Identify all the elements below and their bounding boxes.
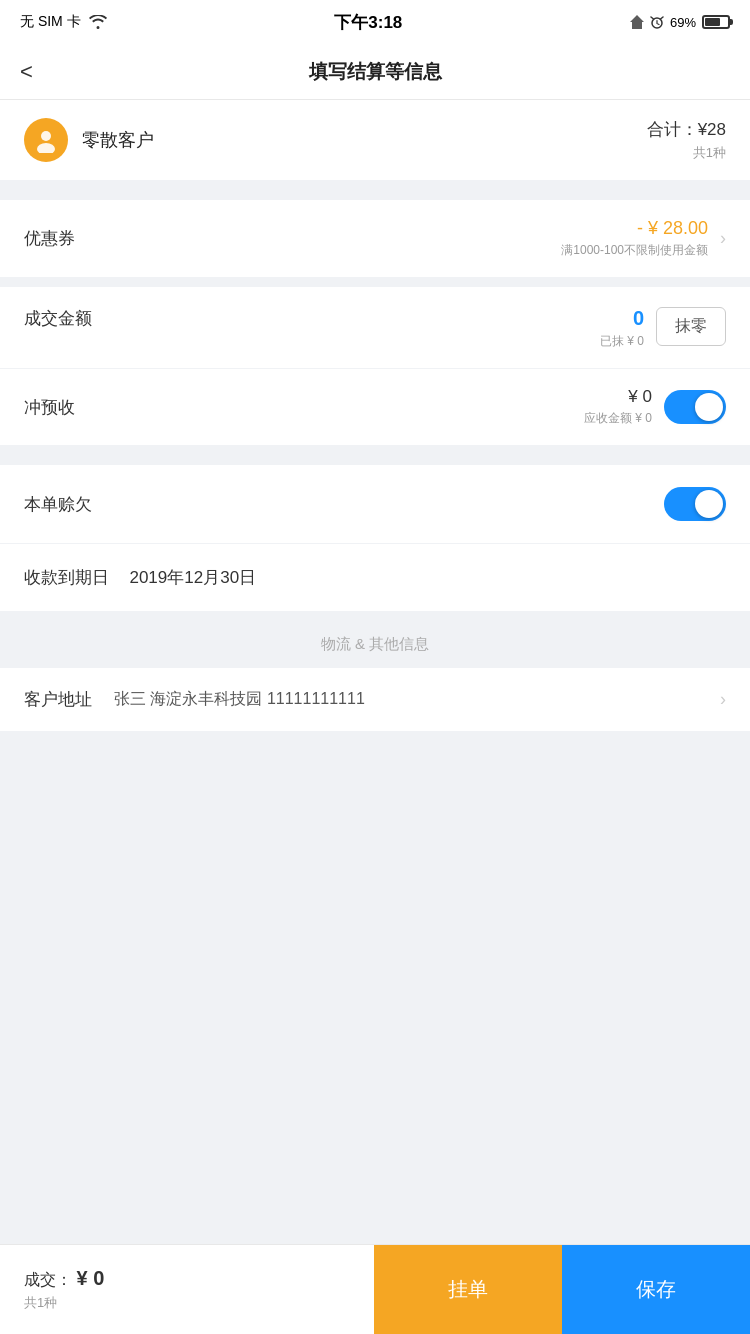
coupon-right: - ¥ 28.00 满1000-100不限制使用金额 › xyxy=(104,218,726,259)
prepay-label: 冲预收 xyxy=(24,396,104,419)
save-button[interactable]: 保存 xyxy=(562,1245,750,1334)
coupon-label: 优惠券 xyxy=(24,227,104,250)
address-chevron-icon: › xyxy=(720,689,726,710)
coupon-info: - ¥ 28.00 满1000-100不限制使用金额 xyxy=(561,218,708,259)
bottom-summary: 成交： ¥ 0 共1种 xyxy=(0,1267,374,1312)
carrier-text: 无 SIM 卡 xyxy=(20,13,81,31)
total-count: 共1种 xyxy=(647,144,726,162)
deal-amount-wrapper: 0 已抹 ¥ 0 xyxy=(600,307,644,350)
due-date-value: 2019年12月30日 xyxy=(129,568,256,587)
battery-percent: 69% xyxy=(670,15,696,30)
prepay-info: ¥ 0 应收金额 ¥ 0 xyxy=(584,387,652,427)
bottom-bar: 成交： ¥ 0 共1种 挂单 保存 xyxy=(0,1244,750,1334)
hang-button[interactable]: 挂单 xyxy=(374,1245,562,1334)
customer-section: 零散客户 合计：¥28 共1种 xyxy=(0,100,750,180)
deal-prepay-section: 成交金额 0 已抹 ¥ 0 抹零 冲预收 ¥ 0 应收金额 ¥ 0 xyxy=(0,287,750,445)
svg-point-2 xyxy=(37,143,55,153)
coupon-desc: 满1000-100不限制使用金额 xyxy=(561,242,708,259)
logistics-title: 物流 & 其他信息 xyxy=(321,635,429,652)
location-icon xyxy=(630,15,644,29)
customer-avatar xyxy=(24,118,68,162)
prepay-amount: ¥ 0 xyxy=(584,387,652,407)
debt-toggle-track xyxy=(664,487,726,521)
alarm-icon xyxy=(650,15,664,29)
deal-amount-right: 0 已抹 ¥ 0 抹零 xyxy=(104,307,726,350)
page-title: 填写结算等信息 xyxy=(309,59,442,85)
divider-1 xyxy=(0,190,750,200)
customer-left: 零散客户 xyxy=(24,118,154,162)
address-label: 客户地址 xyxy=(24,688,114,711)
address-section: 客户地址 张三 海淀永丰科技园 11111111111 › xyxy=(0,668,750,731)
debt-section: 本单赊欠 收款到期日 2019年12月30日 xyxy=(0,465,750,611)
status-bar: 无 SIM 卡 下午3:18 69% xyxy=(0,0,750,44)
bottom-deal-amount: ¥ 0 xyxy=(76,1267,104,1289)
customer-name: 零散客户 xyxy=(82,128,154,152)
prepay-row: 冲预收 ¥ 0 应收金额 ¥ 0 xyxy=(0,369,750,445)
prepay-toggle-track xyxy=(664,390,726,424)
status-left: 无 SIM 卡 xyxy=(20,13,107,31)
avatar-icon xyxy=(33,127,59,153)
debt-label: 本单赊欠 xyxy=(24,493,104,516)
coupon-chevron-icon: › xyxy=(720,228,726,249)
deal-amount-value: 0 xyxy=(600,307,644,330)
status-right: 69% xyxy=(630,15,730,30)
divider-2 xyxy=(0,277,750,287)
back-button[interactable]: < xyxy=(20,59,33,85)
battery-icon xyxy=(702,15,730,29)
prepay-receivable: 应收金额 ¥ 0 xyxy=(584,410,652,427)
round-off-button[interactable]: 抹零 xyxy=(656,307,726,346)
coupon-section: 优惠券 - ¥ 28.00 满1000-100不限制使用金额 › xyxy=(0,200,750,277)
address-value: 张三 海淀永丰科技园 11111111111 xyxy=(114,689,712,710)
deal-amount-label: 成交金额 xyxy=(24,307,104,330)
customer-right: 合计：¥28 共1种 xyxy=(647,118,726,162)
total-amount: 合计：¥28 xyxy=(647,118,726,141)
prepay-toggle[interactable] xyxy=(664,390,726,424)
deal-amount-sub: 已抹 ¥ 0 xyxy=(600,333,644,350)
content: 零散客户 合计：¥28 共1种 优惠券 - ¥ 28.00 满1000-100不… xyxy=(0,100,750,831)
wifi-icon xyxy=(89,15,107,29)
svg-point-1 xyxy=(41,131,51,141)
debt-toggle-thumb xyxy=(695,490,723,518)
nav-bar: < 填写结算等信息 xyxy=(0,44,750,100)
bottom-deal-line: 成交： ¥ 0 xyxy=(24,1267,350,1291)
deal-amount-row: 成交金额 0 已抹 ¥ 0 抹零 xyxy=(0,287,750,369)
due-date-label: 收款到期日 xyxy=(24,568,109,587)
prepay-toggle-thumb xyxy=(695,393,723,421)
divider-3 xyxy=(0,445,750,455)
bottom-deal-label: 成交： xyxy=(24,1271,72,1288)
address-row[interactable]: 客户地址 张三 海淀永丰科技园 11111111111 › xyxy=(0,668,750,731)
logistics-header: 物流 & 其他信息 xyxy=(0,621,750,668)
due-date-row: 收款到期日 2019年12月30日 xyxy=(0,543,750,611)
status-time: 下午3:18 xyxy=(334,11,402,34)
debt-toggle[interactable] xyxy=(664,487,726,521)
debt-row: 本单赊欠 xyxy=(0,465,750,543)
prepay-right: ¥ 0 应收金额 ¥ 0 xyxy=(104,387,726,427)
coupon-row[interactable]: 优惠券 - ¥ 28.00 满1000-100不限制使用金额 › xyxy=(0,200,750,277)
bottom-actions: 挂单 保存 xyxy=(374,1245,750,1334)
coupon-amount: - ¥ 28.00 xyxy=(561,218,708,239)
bottom-count: 共1种 xyxy=(24,1294,350,1312)
